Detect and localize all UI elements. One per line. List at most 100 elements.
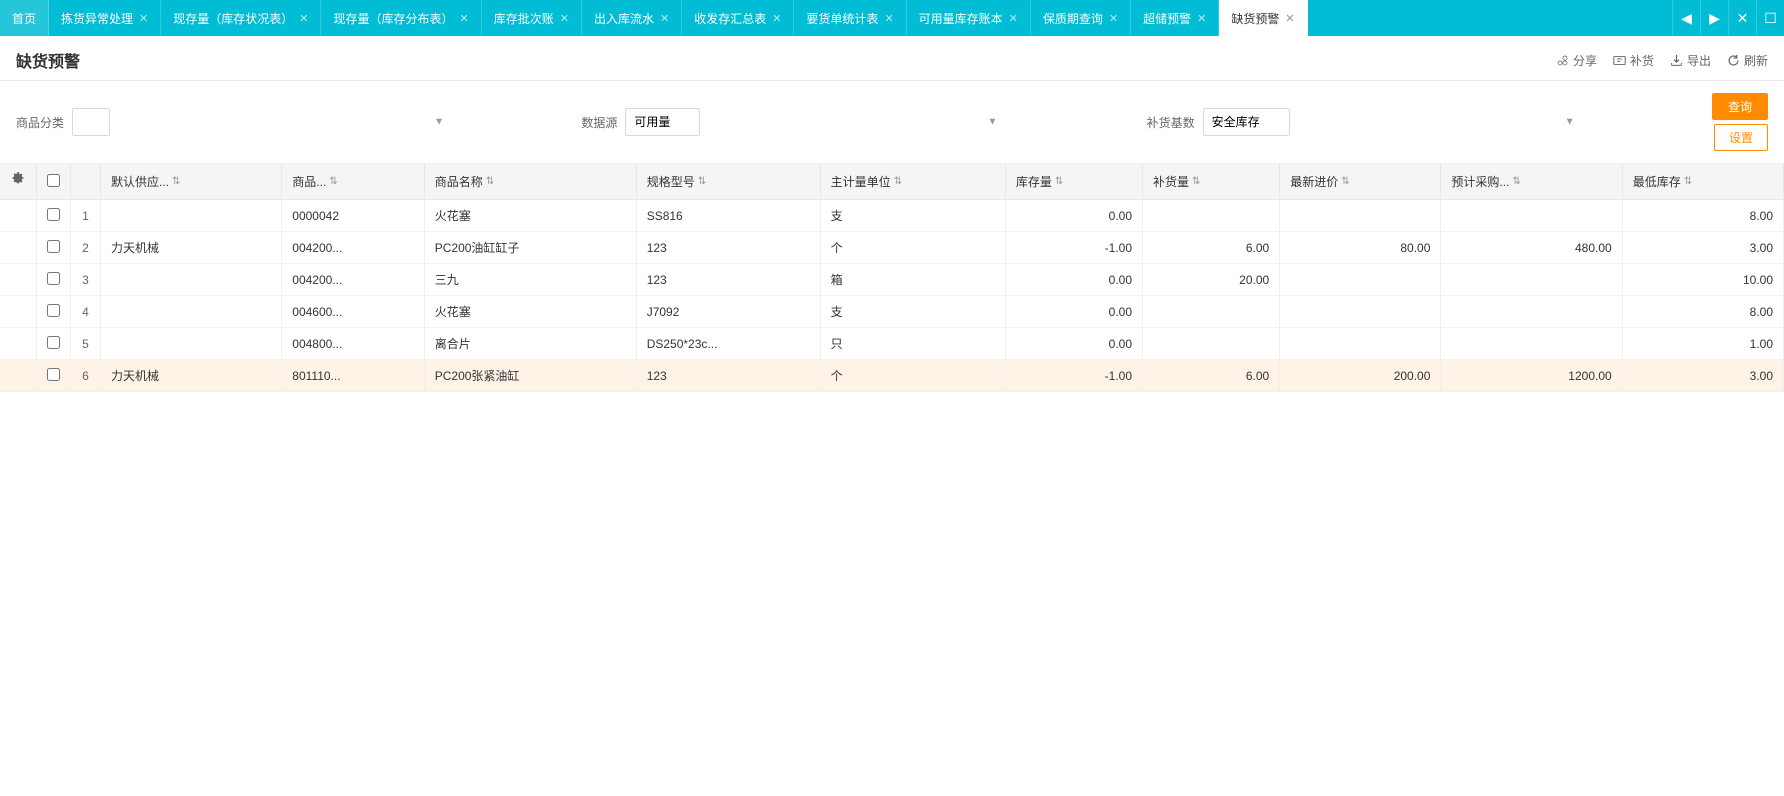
share-button[interactable]: 分享 [1556,52,1597,69]
replenish-button[interactable]: 补货 [1613,52,1654,69]
refresh-icon [1727,54,1740,67]
tab-label: 库存批次账 [494,10,554,27]
data-table: 默认供应... ⇅ 商品... ⇅ 商品名称 ⇅ [0,164,1784,392]
tab-close-icon[interactable]: ✕ [139,12,148,25]
row-supplier [101,200,282,232]
replenish-icon [1613,54,1626,67]
gear-icon[interactable] [10,172,26,188]
row-latest-price: 200.00 [1280,360,1441,392]
table-row: 5 004800... 离合片 DS250*23c... 只 0.00 1.00 [0,328,1784,360]
tab-close-icon[interactable]: ✕ [1109,12,1118,25]
product-name-sort-icon: ⇅ [486,176,494,187]
tab-close-icon[interactable]: ✕ [1197,12,1206,25]
row-product-code: 004200... [282,232,424,264]
tab-label: 可用量库存账本 [919,10,1003,27]
row-unit: 个 [820,360,1005,392]
row-product-code: 0000042 [282,200,424,232]
tab-batch-account[interactable]: 库存批次账 ✕ [482,0,582,36]
tab-abnormal[interactable]: 拣货异常处理✕ [49,0,161,36]
row-replenish-qty: 20.00 [1143,264,1280,296]
row-replenish-qty: 6.00 [1143,232,1280,264]
datasource-label: 数据源 [581,114,617,131]
query-button[interactable]: 查询 [1712,93,1768,120]
tab-close-icon[interactable]: ✕ [299,12,308,25]
tab-close-icon[interactable]: ✕ [772,12,781,25]
row-min-stock: 1.00 [1622,328,1783,360]
row-latest-price [1280,200,1441,232]
category-select[interactable] [72,108,110,136]
category-filter-group: 商品分类 [16,108,561,136]
col-replenish-qty[interactable]: 补货量 ⇅ [1143,164,1280,200]
tab-close-window-btn[interactable]: ✕ [1728,0,1756,36]
row-min-stock: 8.00 [1622,296,1783,328]
row-product-code: 801110... [282,360,424,392]
tab-label: 收发存汇总表 [694,10,766,27]
tab-label: 保质期查询 [1043,10,1103,27]
col-gear [0,164,37,200]
tab-label: 现存量（库存分布表） [333,10,453,27]
tab-prev-btn[interactable]: ◀ [1672,0,1700,36]
spec-sort-icon: ⇅ [698,176,706,187]
col-stock-qty[interactable]: 库存量 ⇅ [1005,164,1142,200]
col-est-purchase[interactable]: 预计采购... ⇅ [1441,164,1622,200]
col-checkbox [37,164,71,200]
row-product-code: 004600... [282,296,424,328]
tab-expiry-query[interactable]: 保质期查询 ✕ [1031,0,1131,36]
price-sort-icon: ⇅ [1341,176,1349,187]
tab-close-icon[interactable]: ✕ [460,12,469,25]
tab-stock-status[interactable]: 现存量（库存状况表）✕ [161,0,321,36]
replenish-base-select-wrapper: 安全库存 [1203,108,1583,136]
tab-inout-flow[interactable]: 出入库流水✕ [582,0,682,36]
row-gear-cell [0,328,37,360]
tab-close-icon[interactable]: ✕ [660,12,669,25]
tab-label: 要货单统计表 [806,10,878,27]
row-checkbox-3[interactable] [47,304,60,317]
tab-demand-stat[interactable]: 要货单统计表 ✕ [794,0,906,36]
row-product-name: 离合片 [424,328,636,360]
col-latest-price[interactable]: 最新进价 ⇅ [1280,164,1441,200]
tab-overstock[interactable]: 超储预警 ✕ [1131,0,1219,36]
tab-stock-dist[interactable]: 现存量（库存分布表） ✕ [321,0,481,36]
select-all-checkbox[interactable] [47,174,60,187]
header-actions: 分享 补货 导出 刷新 [1556,52,1768,69]
col-unit[interactable]: 主计量单位 ⇅ [820,164,1005,200]
tab-home[interactable]: 首页 [0,0,49,36]
tab-next-btn[interactable]: ▶ [1700,0,1728,36]
tab-nav-buttons: ◀ ▶ ✕ ☐ [1672,0,1784,36]
datasource-select[interactable]: 可用量 [625,108,700,136]
refresh-button[interactable]: 刷新 [1727,52,1768,69]
category-label: 商品分类 [16,114,64,131]
tab-collect-summary[interactable]: 收发存汇总表 ✕ [682,0,794,36]
replenish-base-select[interactable]: 安全库存 [1203,108,1290,136]
row-checkbox-5[interactable] [47,368,60,381]
row-checkbox-0[interactable] [47,208,60,221]
col-spec[interactable]: 规格型号 ⇅ [636,164,820,200]
min-stock-sort-icon: ⇅ [1684,176,1692,187]
col-product-name[interactable]: 商品名称 ⇅ [424,164,636,200]
tab-close-icon[interactable]: ✕ [560,12,569,25]
row-product-name: PC200张紧油缸 [424,360,636,392]
row-checkbox-cell [37,232,71,264]
tab-shortage[interactable]: 缺货预警✕ [1219,0,1307,36]
tab-close-icon[interactable]: ✕ [1285,12,1294,25]
row-replenish-qty [1143,200,1280,232]
row-stock-qty: -1.00 [1005,360,1142,392]
row-checkbox-4[interactable] [47,336,60,349]
settings-button[interactable]: 设置 [1714,124,1768,151]
tab-avail-ledger[interactable]: 可用量库存账本 ✕ [907,0,1031,36]
col-product-code[interactable]: 商品... ⇅ [282,164,424,200]
tab-close-icon[interactable]: ✕ [884,12,893,25]
col-supplier[interactable]: 默认供应... ⇅ [101,164,282,200]
tab-close-icon[interactable]: ✕ [1009,12,1018,25]
row-est-purchase [1441,296,1622,328]
tab-label: 超储预警 [1143,10,1191,27]
row-unit: 支 [820,296,1005,328]
row-checkbox-2[interactable] [47,272,60,285]
tab-maximize-btn[interactable]: ☐ [1756,0,1784,36]
row-checkbox-1[interactable] [47,240,60,253]
row-spec: SS816 [636,200,820,232]
export-button[interactable]: 导出 [1670,52,1711,69]
row-checkbox-cell [37,264,71,296]
table-row: 1 0000042 火花塞 SS816 支 0.00 8.00 [0,200,1784,232]
col-min-stock[interactable]: 最低库存 ⇅ [1622,164,1783,200]
